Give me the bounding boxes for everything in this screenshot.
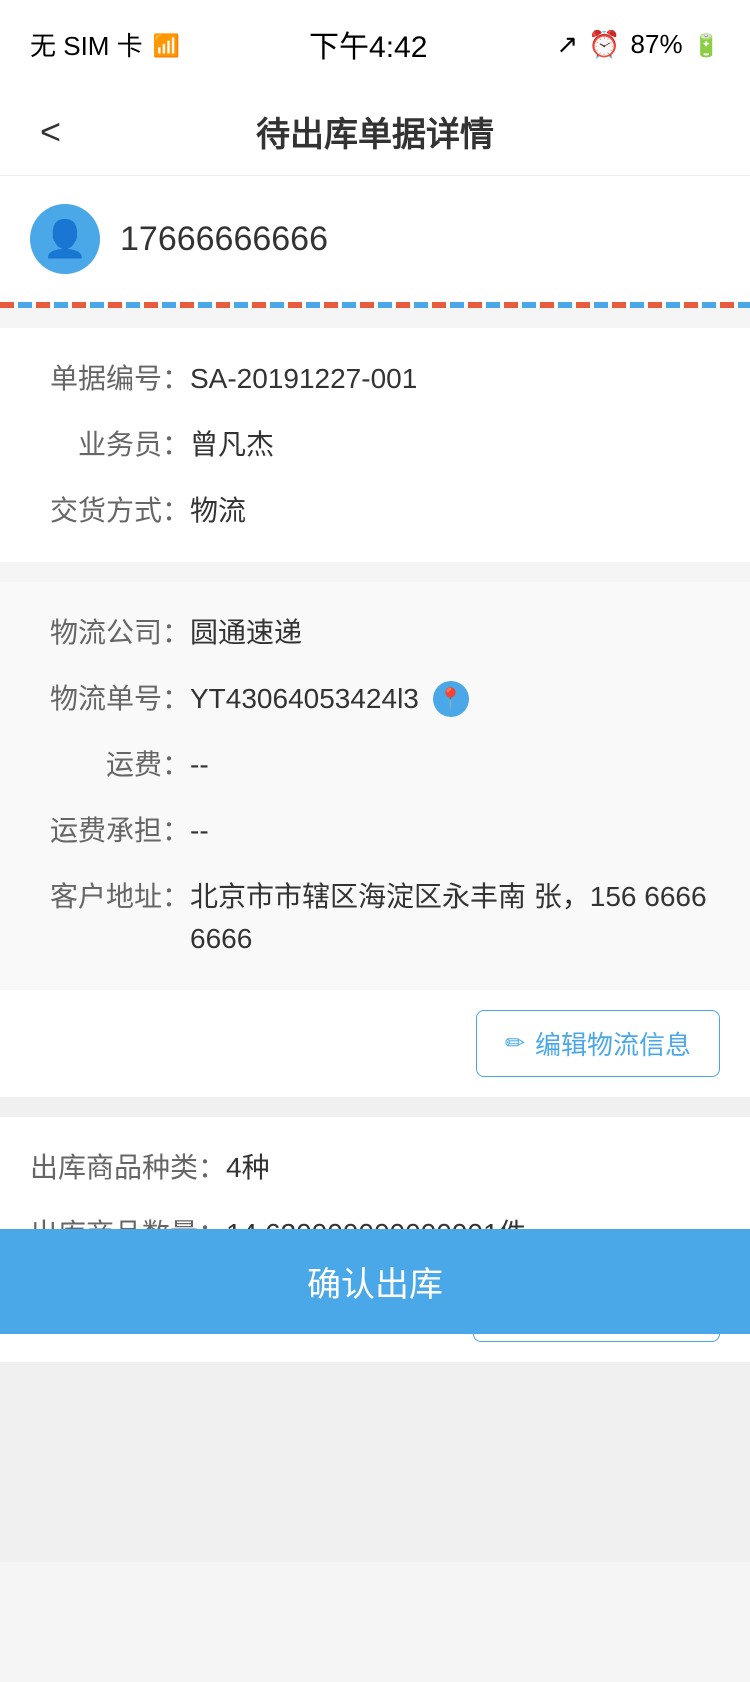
address-row: 客户地址： 北京市市辖区海淀区永丰南 张，156 6666 6666 [30, 876, 720, 960]
salesman-label: 业务员： [30, 424, 190, 466]
logistics-tracking-value: YT43064053424l3 📍 [190, 678, 720, 720]
goods-types-value: 4种 [226, 1147, 720, 1189]
status-bar: 无 SIM 卡 下午4:42 ↗ ⏰ 87% [0, 0, 750, 88]
edit-logistics-button[interactable]: ✏ 编辑物流信息 [476, 1010, 720, 1077]
freight-bear-label: 运费承担： [30, 810, 190, 852]
salesman-value: 曾凡杰 [190, 424, 720, 466]
order-no-label: 单据编号： [30, 358, 190, 400]
edit-btn-label: 编辑物流信息 [535, 1025, 691, 1062]
avatar-icon: 👤 [43, 218, 88, 260]
basic-info-section: 单据编号： SA-20191227-001 业务员： 曾凡杰 交货方式： 物流 [0, 328, 750, 562]
battery-text: 87% [631, 29, 683, 60]
freight-label: 运费： [30, 744, 190, 786]
freight-bear-row: 运费承担： -- [30, 810, 720, 852]
delivery-label: 交货方式： [30, 490, 190, 532]
logistics-company-label: 物流公司： [30, 612, 190, 654]
confirm-btn-wrap: 确认出库 [0, 1229, 750, 1334]
order-no-value: SA-20191227-001 [190, 358, 720, 400]
nav-bar: < 待出库单据详情 [0, 88, 750, 176]
customer-avatar: 👤 [30, 204, 100, 274]
logistics-company-value: 圆通速递 [190, 612, 720, 654]
alarm-icon: ⏰ [588, 29, 620, 60]
logistics-company-row: 物流公司： 圆通速递 [30, 612, 720, 654]
salesman-row: 业务员： 曾凡杰 [30, 424, 720, 466]
tracking-number: YT43064053424l3 [190, 678, 419, 720]
wifi-icon [153, 29, 180, 60]
freight-row: 运费： -- [30, 744, 720, 786]
customer-header: 👤 17666666666 [0, 176, 750, 302]
freight-value: -- [190, 744, 720, 786]
status-bar-time: 下午4:42 [309, 22, 427, 66]
address-value: 北京市市辖区海淀区永丰南 张，156 6666 6666 [190, 876, 720, 960]
location-icon: ↗ [556, 29, 578, 60]
battery-icon [693, 29, 720, 60]
confirm-outbound-button[interactable]: 确认出库 [0, 1257, 750, 1306]
tracking-location-pin[interactable]: 📍 [433, 681, 469, 717]
edit-btn-row: ✏ 编辑物流信息 [0, 990, 750, 1097]
logistics-tracking-label: 物流单号： [30, 678, 190, 720]
delivery-value: 物流 [190, 490, 720, 532]
freight-bear-value: -- [190, 810, 720, 852]
goods-types-row: 出库商品种类： 4种 [30, 1147, 720, 1189]
status-bar-left: 无 SIM 卡 [30, 26, 180, 63]
back-button[interactable]: < [30, 101, 71, 163]
status-bar-right: ↗ ⏰ 87% [556, 29, 720, 60]
edit-icon: ✏ [505, 1029, 525, 1058]
nav-title: 待出库单据详情 [256, 107, 494, 156]
customer-phone: 17666666666 [120, 220, 328, 259]
section-divider [0, 1097, 750, 1117]
goods-types-label: 出库商品种类： [30, 1147, 226, 1189]
address-label: 客户地址： [30, 876, 190, 918]
delivery-row: 交货方式： 物流 [30, 490, 720, 532]
logistics-section: 物流公司： 圆通速递 物流单号： YT43064053424l3 📍 运费： -… [0, 582, 750, 990]
page-spacer [0, 1362, 750, 1562]
carrier-text: 无 SIM 卡 [30, 26, 143, 63]
logistics-tracking-row: 物流单号： YT43064053424l3 📍 [30, 678, 720, 720]
dashed-divider [0, 302, 750, 308]
order-no-row: 单据编号： SA-20191227-001 [30, 358, 720, 400]
